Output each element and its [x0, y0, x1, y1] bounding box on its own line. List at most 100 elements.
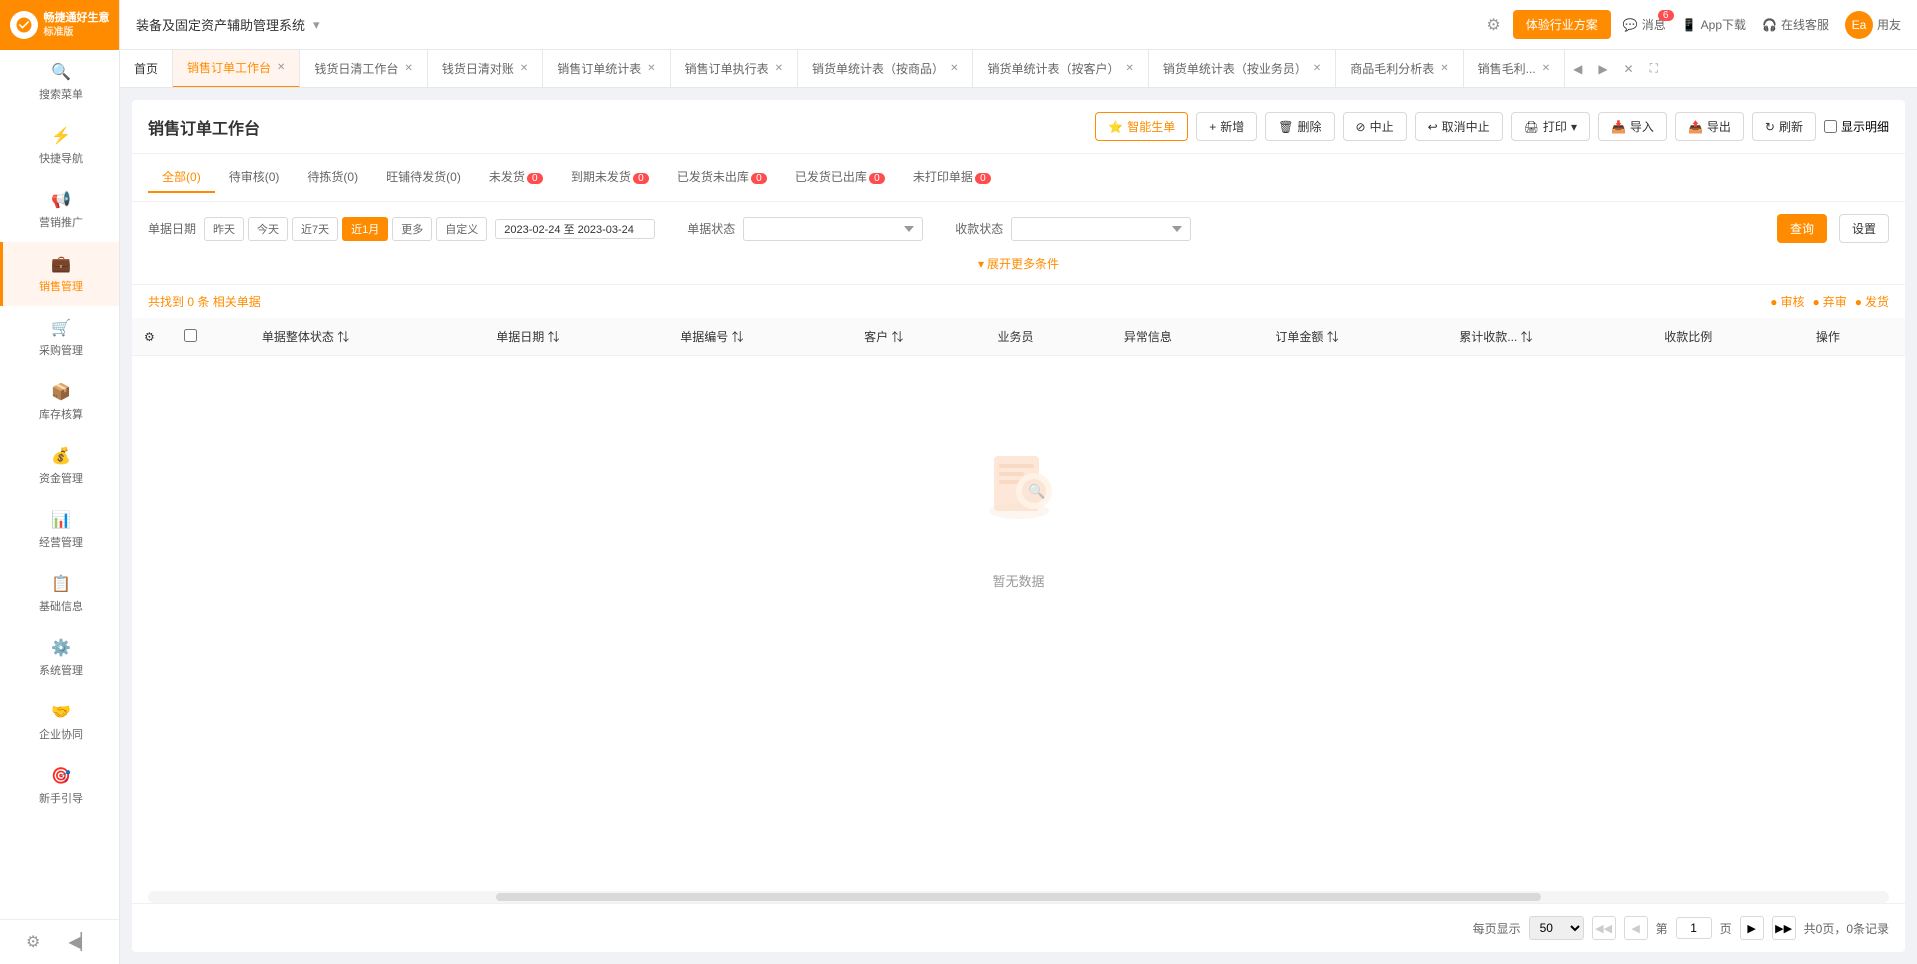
- title-dropdown-icon[interactable]: ▾: [313, 17, 320, 33]
- ship-batch-btn[interactable]: ● 发货: [1855, 293, 1889, 310]
- date-btn-more[interactable]: 更多: [392, 217, 432, 241]
- tab-close-cash-daily[interactable]: ✕: [404, 63, 412, 74]
- cancel-stop-button[interactable]: ↩ 取消中止: [1415, 112, 1503, 141]
- sidebar-item-business[interactable]: 📊 经营管理: [0, 498, 119, 562]
- import-button[interactable]: 📥 导入: [1598, 112, 1667, 141]
- payment-filter-select[interactable]: [1011, 217, 1191, 241]
- tabs-nav-next[interactable]: ▶: [1590, 50, 1615, 88]
- tabs-maximize[interactable]: ⛶: [1642, 50, 1666, 88]
- col-number[interactable]: 单据编号 ⇅: [668, 318, 852, 356]
- tab-close-sales-more[interactable]: ✕: [1542, 63, 1550, 74]
- export-button[interactable]: 📤 导出: [1675, 112, 1744, 141]
- tab-close-goods-profit[interactable]: ✕: [1440, 63, 1448, 74]
- tab-goods-profit[interactable]: 商品毛利分析表 ✕: [1336, 50, 1463, 88]
- filter-tab-shipped-not-out[interactable]: 已发货未出库0: [663, 162, 781, 193]
- filter-tab-not-shipped[interactable]: 未发货0: [475, 162, 557, 193]
- add-button[interactable]: + 新增: [1196, 112, 1257, 141]
- per-page-select[interactable]: 10 20 50 100: [1529, 916, 1584, 940]
- first-page-btn[interactable]: ◀◀: [1592, 916, 1616, 940]
- tab-close-sales-exec[interactable]: ✕: [775, 63, 783, 74]
- collapse-btn[interactable]: ◀▏: [68, 932, 93, 952]
- sidebar-item-coop[interactable]: 🤝 企业协同: [0, 690, 119, 754]
- filter-tab-shipped-out[interactable]: 已发货已出库0: [781, 162, 899, 193]
- app-download-btn[interactable]: 📱 App下载: [1682, 16, 1746, 33]
- sidebar-item-basic[interactable]: 📋 基础信息: [0, 562, 119, 626]
- tabs-close-all[interactable]: ✕: [1616, 50, 1642, 88]
- delete-button[interactable]: 🗑 删除: [1265, 112, 1334, 141]
- tab-sales-exec[interactable]: 销售订单执行表 ✕: [671, 50, 798, 88]
- tab-close-sales-order[interactable]: ✕: [277, 62, 285, 73]
- show-detail-checkbox-label[interactable]: 显示明细: [1824, 118, 1889, 135]
- filter-tab-pending-inspect[interactable]: 待拣货(0): [293, 162, 372, 193]
- col-ratio[interactable]: 收款比例: [1652, 318, 1804, 356]
- online-service-btn[interactable]: 🎧 在线客服: [1762, 16, 1829, 33]
- sidebar-item-purchase[interactable]: 🛒 采购管理: [0, 306, 119, 370]
- page-input[interactable]: [1676, 917, 1712, 939]
- sidebar-item-system[interactable]: ⚙️ 系统管理: [0, 626, 119, 690]
- col-date[interactable]: 单据日期 ⇅: [484, 318, 668, 356]
- query-button[interactable]: 查询: [1777, 214, 1827, 243]
- col-status[interactable]: 单据整体状态 ⇅: [250, 318, 484, 356]
- tab-cash-daily[interactable]: 钱货日清工作台 ✕: [300, 50, 427, 88]
- settings-bottom-btn[interactable]: ⚙: [26, 932, 40, 952]
- tabs-nav-prev[interactable]: ◀: [1565, 50, 1590, 88]
- col-settings[interactable]: ⚙: [132, 318, 172, 356]
- tab-close-goods-stat-customer[interactable]: ✕: [1125, 63, 1133, 74]
- col-abnormal[interactable]: 异常信息: [1112, 318, 1264, 356]
- horizontal-scrollbar[interactable]: [148, 891, 1889, 903]
- col-customer[interactable]: 客户 ⇅: [852, 318, 985, 356]
- filter-tab-wangpu[interactable]: 旺铺待发货(0): [372, 162, 475, 193]
- date-btn-today[interactable]: 今天: [248, 217, 288, 241]
- sidebar-item-inventory[interactable]: 📦 库存核算: [0, 370, 119, 434]
- last-page-btn[interactable]: ▶▶: [1772, 916, 1796, 940]
- tab-close-goods-stat-product[interactable]: ✕: [950, 63, 958, 74]
- select-all-checkbox[interactable]: [184, 329, 197, 342]
- tab-cash-reconcile[interactable]: 钱货日清对账 ✕: [428, 50, 543, 88]
- tab-sales-more[interactable]: 销售毛利... ✕: [1464, 50, 1565, 88]
- sidebar-item-search[interactable]: 🔍 搜索菜单: [0, 50, 119, 114]
- sidebar-item-finance[interactable]: 💰 资金管理: [0, 434, 119, 498]
- show-detail-checkbox[interactable]: [1824, 120, 1837, 133]
- prev-page-btn[interactable]: ◀: [1624, 916, 1648, 940]
- message-btn[interactable]: 💬 消息 6: [1623, 16, 1666, 33]
- next-page-btn[interactable]: ▶: [1740, 916, 1764, 940]
- col-staff[interactable]: 业务员: [986, 318, 1112, 356]
- tab-sales-order[interactable]: 销售订单工作台 ✕: [173, 50, 300, 88]
- sidebar-item-marketing[interactable]: 📢 营销推广: [0, 178, 119, 242]
- filter-tab-all[interactable]: 全部(0): [148, 162, 215, 193]
- solution-button[interactable]: 体验行业方案: [1513, 10, 1611, 39]
- tab-sales-stat[interactable]: 销售订单统计表 ✕: [543, 50, 670, 88]
- sidebar-item-sales[interactable]: 💼 销售管理: [0, 242, 119, 306]
- col-amount[interactable]: 订单金额 ⇅: [1263, 318, 1447, 356]
- sidebar-item-nav[interactable]: ⚡ 快捷导航: [0, 114, 119, 178]
- date-btn-1month[interactable]: 近1月: [342, 217, 388, 241]
- stop-button[interactable]: ⊘ 中止: [1343, 112, 1407, 141]
- tab-goods-stat-product[interactable]: 销货单统计表（按商品） ✕: [798, 50, 973, 88]
- tab-close-cash-reconcile[interactable]: ✕: [520, 63, 528, 74]
- tab-goods-stat-customer[interactable]: 销货单统计表（按客户） ✕: [973, 50, 1148, 88]
- smart-create-button[interactable]: ⭐ 智能生单: [1095, 112, 1188, 141]
- review-batch-btn[interactable]: ● 审核: [1770, 293, 1804, 310]
- date-range-input[interactable]: [495, 219, 655, 239]
- settings-button[interactable]: 设置: [1839, 214, 1889, 243]
- col-received[interactable]: 累计收款... ⇅: [1447, 318, 1652, 356]
- print-button[interactable]: 🖨 打印 ▾: [1511, 112, 1590, 141]
- filter-tab-not-printed[interactable]: 未打印单据0: [899, 162, 1005, 193]
- scroll-thumb[interactable]: [496, 893, 1541, 901]
- date-btn-custom[interactable]: 自定义: [436, 217, 487, 241]
- date-btn-yesterday[interactable]: 昨天: [204, 217, 244, 241]
- filter-tab-pending-review[interactable]: 待审核(0): [215, 162, 294, 193]
- tab-home[interactable]: 首页: [120, 50, 173, 88]
- date-btn-7days[interactable]: 近7天: [292, 217, 338, 241]
- topbar-gear-icon[interactable]: ⚙: [1486, 15, 1500, 35]
- tab-close-sales-stat[interactable]: ✕: [647, 63, 655, 74]
- tab-goods-stat-staff[interactable]: 销货单统计表（按业务员） ✕: [1149, 50, 1336, 88]
- filter-tab-expired-ship[interactable]: 到期未发货0: [557, 162, 663, 193]
- cancel-review-batch-btn[interactable]: ● 弃审: [1812, 293, 1846, 310]
- user-btn[interactable]: Ea 用友: [1845, 11, 1901, 39]
- sidebar-item-guide[interactable]: 🎯 新手引导: [0, 754, 119, 818]
- expand-filter-btn[interactable]: ▾ 展开更多条件: [978, 255, 1059, 272]
- status-filter-select[interactable]: [743, 217, 923, 241]
- tab-close-goods-stat-staff[interactable]: ✕: [1313, 63, 1321, 74]
- refresh-button[interactable]: ↻ 刷新: [1752, 112, 1816, 141]
